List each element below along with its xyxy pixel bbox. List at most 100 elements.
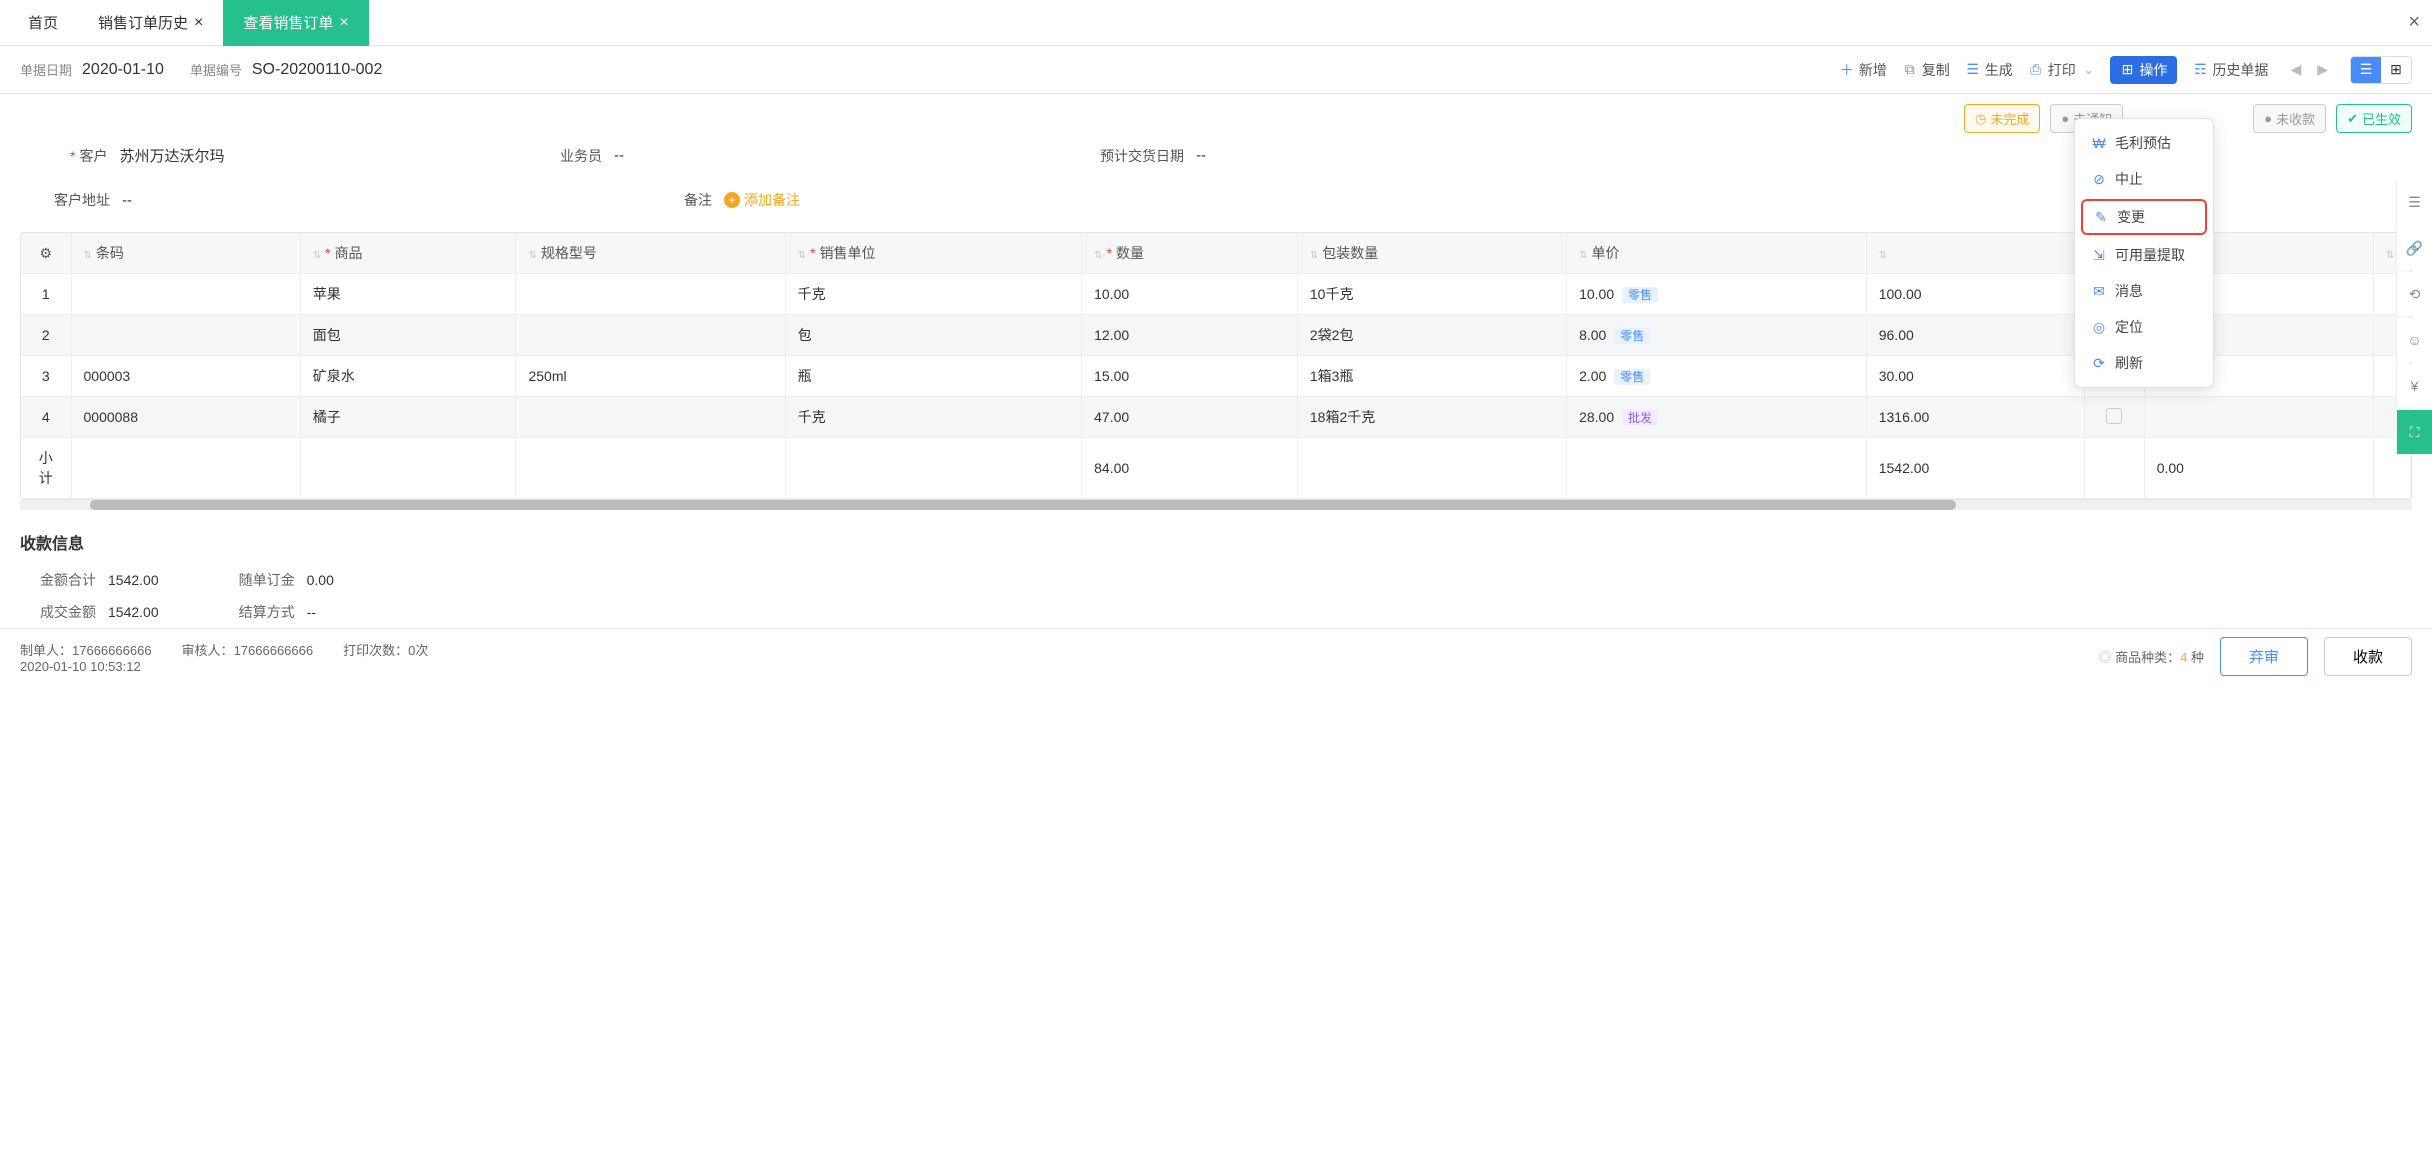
history-icon: ☶ <box>2193 63 2207 77</box>
action-button[interactable]: ⊞操作 <box>2110 56 2177 84</box>
dd-message[interactable]: ✉消息 <box>2075 273 2213 309</box>
col-amount[interactable]: ⇅ <box>1866 233 2084 274</box>
action-dropdown: ₩毛利预估 ⊘中止 ✎变更 ⇲可用量提取 ✉消息 ◎定位 ⟳刷新 <box>2074 118 2214 388</box>
plus-icon: ＋ <box>1840 63 1854 77</box>
status-effective: ✔已生效 <box>2336 104 2412 133</box>
auditor-info: 审核人：17666666666 <box>182 640 314 674</box>
method-value: -- <box>307 604 316 620</box>
dock-user-icon[interactable]: ☺ <box>2396 318 2432 362</box>
cell-gift[interactable] <box>2084 397 2144 438</box>
clock-icon: ◷ <box>1975 111 1986 127</box>
cell-pack: 2袋2包 <box>1297 315 1566 356</box>
customer-label: *客户 <box>70 146 107 166</box>
cell-spec <box>516 274 785 315</box>
generate-button[interactable]: ☰生成 <box>1966 60 2013 80</box>
dock-money-icon[interactable]: ¥ <box>2396 364 2432 408</box>
price-tag: 零售 <box>1614 369 1650 385</box>
delivery-label: 预计交货日期 <box>1100 146 1184 166</box>
copy-button[interactable]: ⧉复制 <box>1903 60 1950 80</box>
customer-value: 苏州万达沃尔玛 <box>119 145 224 166</box>
next-icon[interactable]: ▶ <box>2311 59 2334 80</box>
cell-barcode <box>71 274 300 315</box>
cell-qty: 47.00 <box>1082 397 1298 438</box>
col-product[interactable]: ⇅*商品 <box>300 233 516 274</box>
history-bill-button[interactable]: ☶历史单据 <box>2193 60 2268 80</box>
close-all-icon[interactable]: × <box>2408 11 2420 34</box>
edit-icon: ✎ <box>2093 209 2109 225</box>
cell-price: 2.00 零售 <box>1567 356 1867 397</box>
add-note-button[interactable]: +添加备注 <box>724 190 800 210</box>
stop-icon: ⊘ <box>2091 171 2107 187</box>
cell-qty: 15.00 <box>1082 356 1298 397</box>
table-row[interactable]: 1 苹果 千克 10.00 10千克 10.00 零售 100.00 <box>21 274 2411 315</box>
chevron-down-icon: ⌄ <box>2083 61 2095 78</box>
cell-unit: 千克 <box>785 397 1081 438</box>
cell-qty: 10.00 <box>1082 274 1298 315</box>
dd-profit[interactable]: ₩毛利预估 <box>2075 125 2213 161</box>
sku-count: ◎ 商品种类：4 种 <box>2098 647 2204 666</box>
row-index: 4 <box>21 397 71 438</box>
print-button[interactable]: ⎙打印⌄ <box>2029 60 2095 80</box>
price-tag: 零售 <box>1622 287 1658 303</box>
creator-info: 制单人：176666666662020-01-10 10:53:12 <box>20 640 152 674</box>
toolbar: 单据日期 2020-01-10 单据编号 SO-20200110-002 ＋新增… <box>0 46 2432 94</box>
cell-unit: 瓶 <box>785 356 1081 397</box>
bill-date-value: 2020-01-10 <box>82 61 164 79</box>
total-label: 金额合计 <box>40 570 96 590</box>
col-barcode[interactable]: ⇅条码 <box>71 233 300 274</box>
cell-barcode <box>71 315 300 356</box>
price-tag: 零售 <box>1614 328 1650 344</box>
table-row[interactable]: 3 000003 矿泉水 250ml 瓶 15.00 1箱3瓶 2.00 零售 … <box>21 356 2411 397</box>
salesman-value: -- <box>614 147 624 164</box>
collect-button[interactable]: 收款 <box>2324 637 2412 676</box>
row-index: 3 <box>21 356 71 397</box>
wallet-icon: ₩ <box>2091 135 2107 151</box>
close-icon[interactable]: × <box>339 14 348 32</box>
col-spec[interactable]: ⇅规格型号 <box>516 233 785 274</box>
tab-view-order[interactable]: 查看销售订单× <box>223 0 368 46</box>
address-label: 客户地址 <box>54 190 110 210</box>
col-qty[interactable]: ⇅*数量 <box>1082 233 1298 274</box>
col-unit[interactable]: ⇅*销售单位 <box>785 233 1081 274</box>
bill-date-label: 单据日期 <box>20 60 72 79</box>
unapprove-button[interactable]: 弃审 <box>2220 637 2308 676</box>
table-row[interactable]: 2 面包 包 12.00 2袋2包 8.00 零售 96.00 <box>21 315 2411 356</box>
dock-note-icon[interactable]: ☰ <box>2396 180 2432 224</box>
dock-sync-icon[interactable]: ⟲ <box>2396 272 2432 316</box>
bill-no-label: 单据编号 <box>190 60 242 79</box>
info-icon: ● <box>2061 111 2069 126</box>
dd-abort[interactable]: ⊘中止 <box>2075 161 2213 197</box>
dock-link-icon[interactable]: 🔗 <box>2396 226 2432 270</box>
tab-home[interactable]: 首页 <box>8 0 78 46</box>
view-toggle: ☰ ⊞ <box>2350 56 2412 84</box>
footer: 制单人：176666666662020-01-10 10:53:12 审核人：1… <box>0 628 2432 684</box>
refresh-icon: ⟳ <box>2091 355 2107 371</box>
dd-change[interactable]: ✎变更 <box>2081 199 2207 235</box>
info-icon: ● <box>2264 111 2272 126</box>
dd-extract[interactable]: ⇲可用量提取 <box>2075 237 2213 273</box>
horizontal-scrollbar[interactable] <box>20 500 2412 510</box>
dd-refresh[interactable]: ⟳刷新 <box>2075 345 2213 381</box>
extract-icon: ⇲ <box>2091 247 2107 263</box>
deposit-label: 随单订金 <box>239 570 295 590</box>
close-icon[interactable]: × <box>194 14 203 32</box>
view-grid-icon[interactable]: ⊞ <box>2381 57 2411 83</box>
prev-icon[interactable]: ◀ <box>2284 59 2307 80</box>
message-icon: ✉ <box>2091 283 2107 299</box>
col-price[interactable]: ⇅单价 <box>1567 233 1867 274</box>
status-row: ◷未完成 ●未通知 ●未收款 ✔已生效 <box>0 94 2432 133</box>
print-info: 打印次数：0次 <box>343 640 428 674</box>
col-pack[interactable]: ⇅包装数量 <box>1297 233 1566 274</box>
cell-amount: 96.00 <box>1866 315 2084 356</box>
table-settings-icon[interactable]: ⚙ <box>21 233 71 274</box>
checkbox-icon <box>2106 408 2122 424</box>
deposit-value: 0.00 <box>307 572 334 588</box>
items-table: ⚙ ⇅条码 ⇅*商品 ⇅规格型号 ⇅*销售单位 ⇅*数量 ⇅包装数量 ⇅单价 ⇅… <box>20 232 2412 500</box>
dock-expand-icon[interactable]: ⛶ <box>2396 410 2432 454</box>
generate-icon: ☰ <box>1966 63 1980 77</box>
new-button[interactable]: ＋新增 <box>1840 60 1887 80</box>
table-row[interactable]: 4 0000088 橘子 千克 47.00 18箱2千克 28.00 批发 13… <box>21 397 2411 438</box>
view-list-icon[interactable]: ☰ <box>2351 57 2381 83</box>
tab-history[interactable]: 销售订单历史× <box>78 0 223 46</box>
dd-locate[interactable]: ◎定位 <box>2075 309 2213 345</box>
